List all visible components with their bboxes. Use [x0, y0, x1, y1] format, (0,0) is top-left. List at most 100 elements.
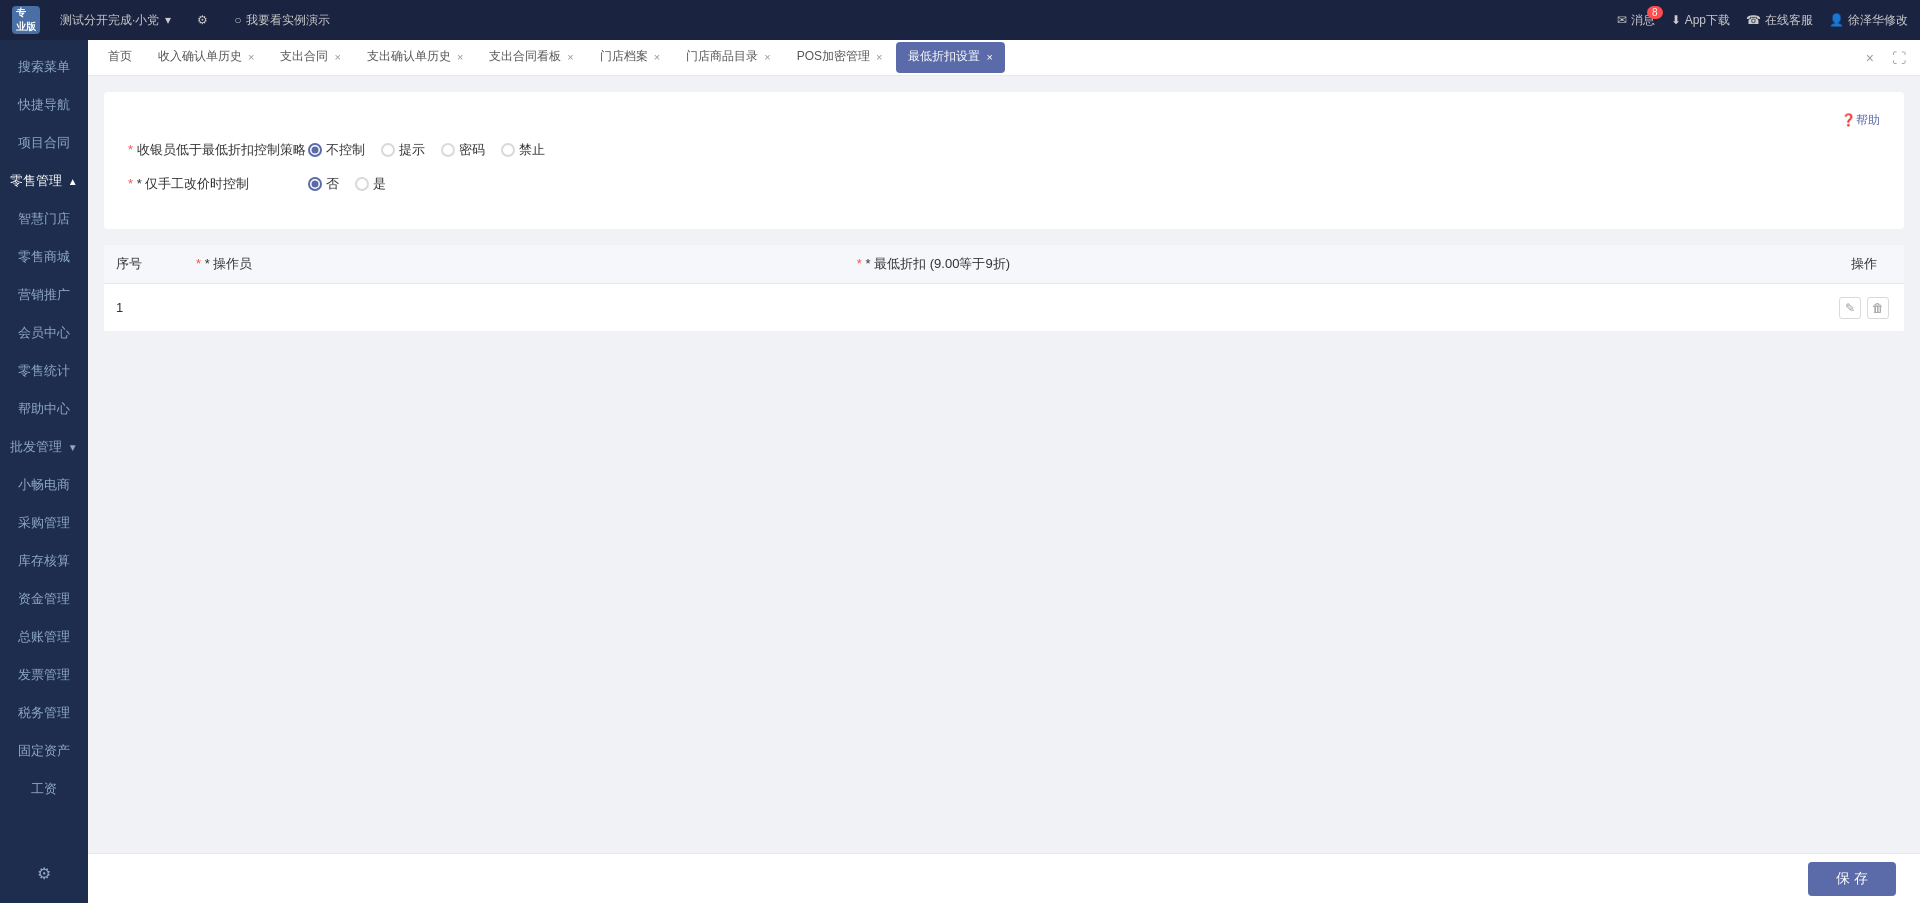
topbar-right: ✉ 消息 8 ⬇ App下载 ☎ 在线客服 👤 徐泽华修改: [1617, 12, 1908, 29]
sidebar-item-project[interactable]: 项目合同: [0, 124, 88, 162]
tab-min-discount-close[interactable]: ×: [986, 51, 992, 63]
purchase-label: 采购管理: [18, 515, 70, 530]
user-label: 徐泽华修改: [1848, 12, 1908, 29]
sidebar-item-online-shop[interactable]: 零售商城: [0, 238, 88, 276]
invoice-label: 发票管理: [18, 667, 70, 682]
sidebar-item-member[interactable]: 会员中心: [0, 314, 88, 352]
ledger-label: 总账管理: [18, 629, 70, 644]
tab-income-confirm-label: 收入确认单历史: [158, 48, 242, 65]
tab-payment-board-label: 支出合同看板: [489, 48, 561, 65]
sidebar-item-assets[interactable]: 固定资产: [0, 732, 88, 770]
save-button[interactable]: 保 存: [1808, 862, 1896, 896]
tab-store-products-close[interactable]: ×: [764, 51, 770, 63]
sidebar-item-retail-stat[interactable]: 零售统计: [0, 352, 88, 390]
app-logo: 专业版: [12, 6, 40, 34]
sidebar-item-smart-store[interactable]: 智慧门店: [0, 200, 88, 238]
user-menu-button[interactable]: 👤 徐泽华修改: [1829, 12, 1908, 29]
inventory-label: 库存核算: [18, 553, 70, 568]
tab-payment-confirm-close[interactable]: ×: [457, 51, 463, 63]
sidebar-item-invoice[interactable]: 发票管理: [0, 656, 88, 694]
sidebar-item-search[interactable]: 搜索菜单: [0, 48, 88, 86]
discount-policy-label: * 收银员低于最低折扣控制策略: [128, 141, 308, 159]
tab-store-products-label: 门店商品目录: [686, 48, 758, 65]
tab-maximize-button[interactable]: ⛶: [1886, 48, 1912, 68]
discount-policy-row: * 收银员低于最低折扣控制策略 不控制 提示: [128, 141, 1880, 159]
sidebar-item-marketing[interactable]: 营销推广: [0, 276, 88, 314]
sidebar-item-help[interactable]: 帮助中心: [0, 390, 88, 428]
tab-close-button[interactable]: ×: [1860, 48, 1880, 68]
sidebar-item-payroll[interactable]: 工资: [0, 770, 88, 808]
sidebar-item-capital[interactable]: 资金管理: [0, 580, 88, 618]
radio-yes-label: 是: [373, 175, 386, 193]
radio-forbid-circle: [501, 143, 515, 157]
tab-home-label: 首页: [108, 48, 132, 65]
tab-payment-confirm[interactable]: 支出确认单历史 ×: [355, 42, 475, 73]
delete-icon[interactable]: 🗑: [1867, 297, 1889, 319]
radio-yes[interactable]: 是: [355, 175, 386, 193]
tab-income-confirm[interactable]: 收入确认单历史 ×: [146, 42, 266, 73]
help-link[interactable]: ❓帮助: [1841, 112, 1880, 129]
download-icon: ⬇: [1671, 13, 1681, 27]
tab-store-file-close[interactable]: ×: [654, 51, 660, 63]
sidebar-item-inventory[interactable]: 库存核算: [0, 542, 88, 580]
manual-price-text: * 仅手工改价时控制: [137, 176, 250, 191]
sidebar-gear-button[interactable]: ⚙: [27, 854, 61, 893]
tab-store-file[interactable]: 门店档案 ×: [588, 42, 672, 73]
sidebar-item-purchase[interactable]: 采购管理: [0, 504, 88, 542]
cell-actions-1: ✎ 🗑: [1824, 287, 1904, 329]
wholesale-arrow: ▼: [68, 442, 78, 453]
gear-button[interactable]: ⚙: [197, 13, 208, 27]
table-body: 1 ✎ 🗑: [104, 284, 1904, 332]
radio-no-control[interactable]: 不控制: [308, 141, 365, 159]
tab-payment-confirm-label: 支出确认单历史: [367, 48, 451, 65]
tab-min-discount[interactable]: 最低折扣设置 ×: [896, 42, 1004, 73]
online-support-button[interactable]: ☎ 在线客服: [1746, 12, 1813, 29]
table-header: 序号 * * 操作员 * * 最低折扣 (9.00等于9折) 操作: [104, 245, 1904, 284]
retail-label: 零售管理: [10, 173, 62, 188]
tab-store-products[interactable]: 门店商品目录 ×: [674, 42, 782, 73]
radio-remind[interactable]: 提示: [381, 141, 425, 159]
tab-payment-contract-label: 支出合同: [280, 48, 328, 65]
wholesale-label: 批发管理: [10, 439, 62, 454]
project-name: 测试分开完成·小党: [60, 12, 159, 29]
online-support-label: 在线客服: [1765, 12, 1813, 29]
tab-pos-password[interactable]: POS加密管理 ×: [785, 42, 895, 73]
radio-forbid[interactable]: 禁止: [501, 141, 545, 159]
demo-label: 我要看实例演示: [246, 12, 330, 29]
tab-payment-contract[interactable]: 支出合同 ×: [268, 42, 352, 73]
col-seq: 序号: [104, 245, 184, 283]
radio-password[interactable]: 密码: [441, 141, 485, 159]
tab-payment-contract-close[interactable]: ×: [334, 51, 340, 63]
tab-payment-board[interactable]: 支出合同看板 ×: [477, 42, 585, 73]
discount-policy-options: 不控制 提示 密码 禁止: [308, 141, 545, 159]
app-download-button[interactable]: ⬇ App下载: [1671, 12, 1730, 29]
radio-yes-circle: [355, 177, 369, 191]
table-card: 序号 * * 操作员 * * 最低折扣 (9.00等于9折) 操作 1: [104, 245, 1904, 332]
tabbar: 首页 收入确认单历史 × 支出合同 × 支出确认单历史 × 支出合同看板 × 门…: [88, 40, 1920, 76]
manual-price-label: * * 仅手工改价时控制: [128, 175, 308, 193]
tab-income-confirm-close[interactable]: ×: [248, 51, 254, 63]
tab-home[interactable]: 首页: [96, 42, 144, 73]
sidebar-item-ecommerce[interactable]: 小畅电商: [0, 466, 88, 504]
sidebar-item-wholesale[interactable]: 批发管理 ▼: [0, 428, 88, 466]
messages-button[interactable]: ✉ 消息 8: [1617, 12, 1655, 29]
tab-pos-password-close[interactable]: ×: [876, 51, 882, 63]
project-selector[interactable]: 测试分开完成·小党 ▾: [60, 12, 171, 29]
demo-link[interactable]: ○ 我要看实例演示: [234, 12, 329, 29]
tab-payment-board-close[interactable]: ×: [567, 51, 573, 63]
smart-store-label: 智慧门店: [18, 211, 70, 226]
sidebar-item-retail[interactable]: 零售管理 ▲: [0, 162, 88, 200]
demo-circle-icon: ○: [234, 13, 241, 27]
cell-operator-1: [184, 298, 845, 318]
col-actions: 操作: [1824, 245, 1904, 283]
sidebar-item-quicknav[interactable]: 快捷导航: [0, 86, 88, 124]
support-icon: ☎: [1746, 13, 1761, 27]
radio-no-control-circle: [308, 143, 322, 157]
radio-no[interactable]: 否: [308, 175, 339, 193]
col-operator: * * 操作员: [184, 245, 845, 283]
cell-seq-1: 1: [104, 290, 184, 325]
radio-forbid-label: 禁止: [519, 141, 545, 159]
sidebar-item-tax[interactable]: 税务管理: [0, 694, 88, 732]
sidebar-item-ledger[interactable]: 总账管理: [0, 618, 88, 656]
edit-icon[interactable]: ✎: [1839, 297, 1861, 319]
